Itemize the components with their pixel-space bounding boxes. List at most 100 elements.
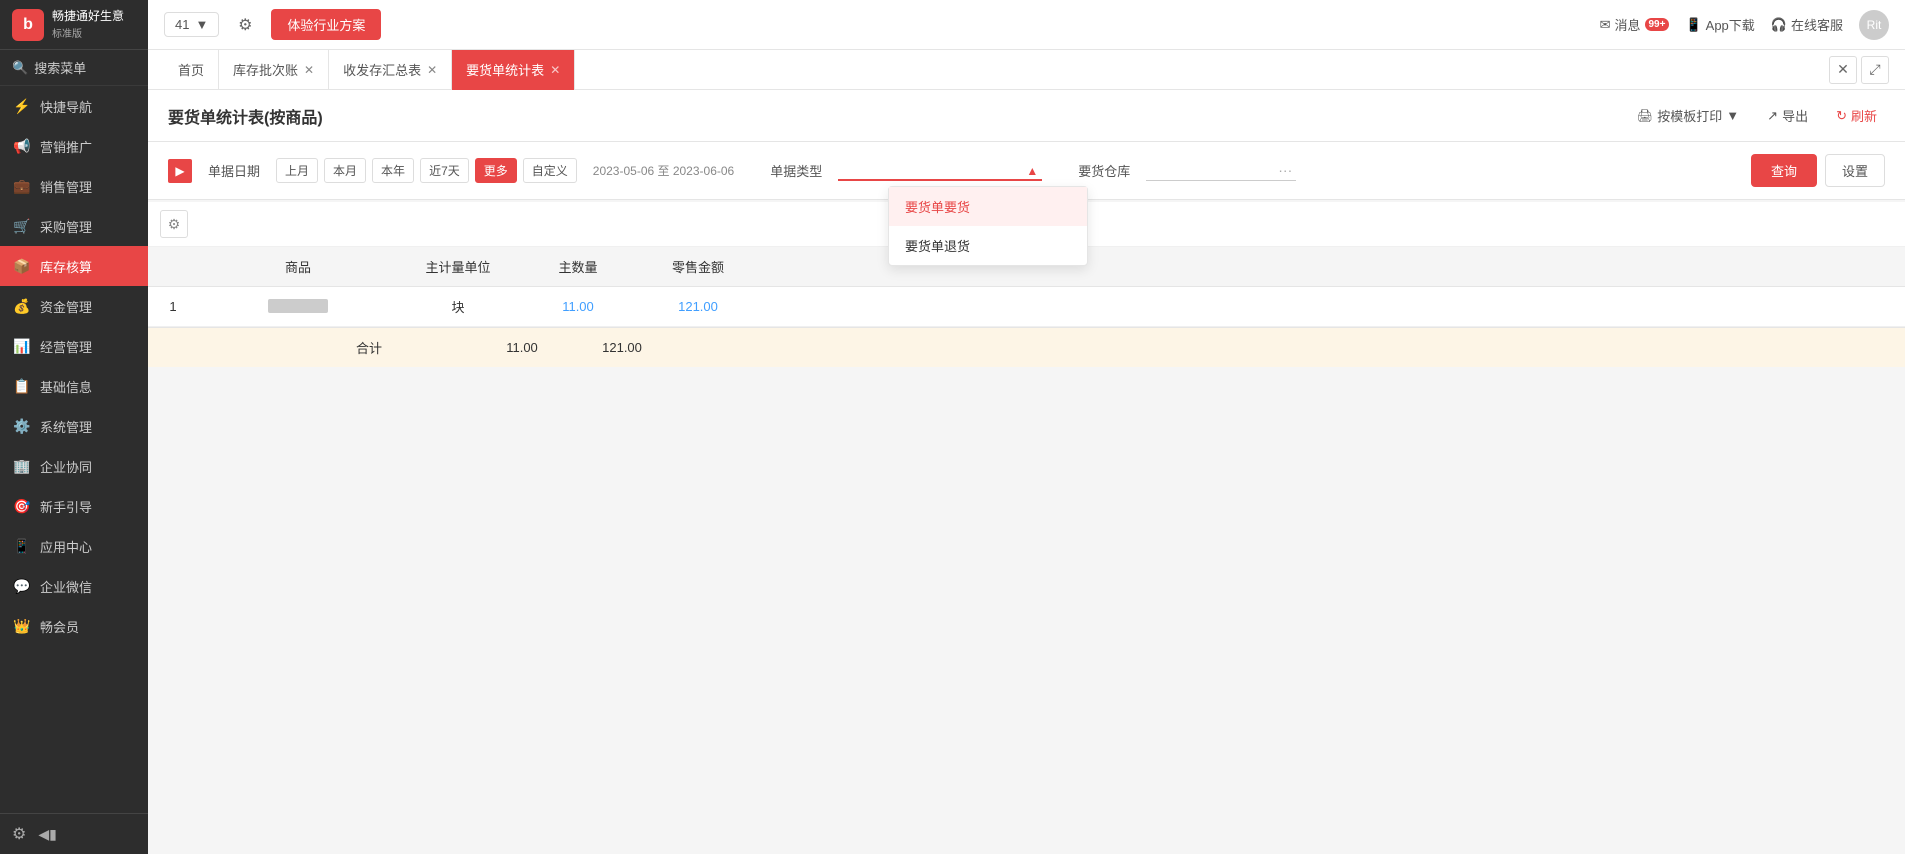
- sidebar-item-marketing[interactable]: 📢 营销推广: [0, 126, 148, 166]
- filter-settings-button[interactable]: 设置: [1825, 154, 1885, 187]
- footer-quantity: 11.00: [482, 340, 562, 355]
- user-avatar[interactable]: Rit: [1859, 10, 1889, 40]
- sidebar-item-inventory[interactable]: 📦 库存核算: [0, 246, 148, 286]
- company-selector[interactable]: 41 ▼: [164, 12, 219, 37]
- sidebar-item-guide[interactable]: 🎯 新手引导: [0, 486, 148, 526]
- date-range-text: 2023-05-06 至 2023-06-06: [593, 162, 734, 179]
- app-download-icon: 📱: [1685, 17, 1701, 33]
- more-dates-button[interactable]: 更多: [475, 158, 517, 183]
- print-button[interactable]: 🖨 按模板打印 ▼: [1629, 102, 1747, 129]
- sales-icon: 💼: [12, 176, 32, 196]
- type-label: 单据类型: [770, 161, 822, 180]
- collapse-icon[interactable]: ◀▮: [38, 826, 56, 843]
- dropdown-item-order-goods[interactable]: 要货单要货: [889, 187, 1087, 226]
- sidebar-search[interactable]: 🔍 搜索菜单: [0, 50, 148, 86]
- finance-icon: 💰: [12, 296, 32, 316]
- sidebar-nav: ⚡ 快捷导航 📢 营销推广 💼 销售管理 🛒 采购管理 📦 库存核算 💰 资金管…: [0, 86, 148, 813]
- sidebar-item-finance[interactable]: 💰 资金管理: [0, 286, 148, 326]
- page-header: 要货单统计表(按商品) 🖨 按模板打印 ▼ ↗ 导出 ↻ 刷新: [148, 90, 1905, 142]
- last-month-button[interactable]: 上月: [276, 158, 318, 183]
- filter-actions: 查询 设置: [1751, 154, 1885, 187]
- quick-nav-icon: ⚡: [12, 96, 32, 116]
- export-label: 导出: [1782, 106, 1808, 125]
- sidebar-item-label: 企业协同: [40, 457, 92, 476]
- footer-amount: 121.00: [582, 340, 662, 355]
- product-blurred: [268, 299, 328, 313]
- tab-close-icon[interactable]: ✕: [304, 63, 314, 77]
- cell-amount[interactable]: 121.00: [638, 287, 758, 327]
- sidebar-item-enterprise[interactable]: 🏢 企业协同: [0, 446, 148, 486]
- tab-receipt-summary[interactable]: 收发存汇总表 ✕: [329, 50, 452, 90]
- tab-close-icon[interactable]: ✕: [550, 63, 560, 77]
- last-7-days-button[interactable]: 近7天: [420, 158, 469, 183]
- sidebar-item-label: 销售管理: [40, 177, 92, 196]
- sidebar-item-sales[interactable]: 💼 销售管理: [0, 166, 148, 206]
- filter-row: ▶ 单据日期 上月 本月 本年 近7天 更多 自定义 2023-05-06 至 …: [148, 142, 1905, 200]
- col-unit: 主计量单位: [398, 247, 518, 287]
- online-service-button[interactable]: 🎧 在线客服: [1771, 15, 1843, 34]
- topbar-gear-icon[interactable]: ⚙: [231, 11, 259, 39]
- this-month-button[interactable]: 本月: [324, 158, 366, 183]
- purchase-icon: 🛒: [12, 216, 32, 236]
- tab-home[interactable]: 首页: [164, 50, 219, 90]
- sidebar-item-label: 基础信息: [40, 377, 92, 396]
- cell-quantity[interactable]: 11.00: [518, 287, 638, 327]
- cell-unit: 块: [398, 287, 518, 327]
- sidebar-item-purchase[interactable]: 🛒 采购管理: [0, 206, 148, 246]
- dropdown-item-order-return[interactable]: 要货单退货: [889, 226, 1087, 265]
- app-logo: b 畅捷通好生意 标准版: [0, 0, 148, 50]
- chevron-down-icon: ▼: [1726, 108, 1739, 123]
- sidebar-item-label: 应用中心: [40, 537, 92, 556]
- logo-icon: b: [12, 9, 44, 41]
- sidebar-item-system[interactable]: ⚙️ 系统管理: [0, 406, 148, 446]
- col-amount: 零售金额: [638, 247, 758, 287]
- sidebar-bottom: ⚙ ◀▮: [0, 813, 148, 854]
- sidebar-item-label: 新手引导: [40, 497, 92, 516]
- table-row: 1 块 11.00 121.00: [148, 287, 1905, 327]
- sidebar-item-vip[interactable]: 👑 畅会员: [0, 606, 148, 646]
- sidebar-item-label: 营销推广: [40, 137, 92, 156]
- online-service-icon: 🎧: [1771, 17, 1787, 33]
- promo-button[interactable]: 体验行业方案: [271, 9, 381, 40]
- close-all-tabs-button[interactable]: ✕: [1829, 56, 1857, 84]
- sidebar-item-operations[interactable]: 📊 经营管理: [0, 326, 148, 366]
- warehouse-input-wrap: ···: [1146, 160, 1296, 181]
- cell-product: [198, 287, 398, 327]
- marketing-icon: 📢: [12, 136, 32, 156]
- sidebar-item-app-center[interactable]: 📱 应用中心: [0, 526, 148, 566]
- type-select[interactable]: [838, 160, 1042, 181]
- sidebar-item-label: 畅会员: [40, 617, 79, 636]
- app-download-button[interactable]: 📱 App下载: [1685, 15, 1754, 34]
- system-icon: ⚙️: [12, 416, 32, 436]
- export-button[interactable]: ↗ 导出: [1759, 102, 1816, 129]
- tab-controls: ✕ ⤢: [1829, 56, 1889, 84]
- export-icon: ↗: [1767, 108, 1778, 124]
- settings-icon[interactable]: ⚙: [12, 824, 26, 844]
- sidebar-item-basic-info[interactable]: 📋 基础信息: [0, 366, 148, 406]
- table-settings-icon[interactable]: ⚙: [160, 210, 188, 238]
- warehouse-more-icon[interactable]: ···: [1278, 162, 1292, 178]
- tab-label: 首页: [178, 60, 204, 79]
- messages-badge: 99+: [1645, 18, 1670, 31]
- expand-tabs-button[interactable]: ⤢: [1861, 56, 1889, 84]
- guide-icon: 🎯: [12, 496, 32, 516]
- messages-button[interactable]: ✉ 消息 99+: [1600, 15, 1670, 34]
- expand-filter-button[interactable]: ▶: [168, 159, 192, 183]
- custom-date-button[interactable]: 自定义: [523, 158, 577, 183]
- sidebar-item-label: 资金管理: [40, 297, 92, 316]
- user-name: Rit: [1867, 18, 1882, 32]
- tab-batch-account[interactable]: 库存批次账 ✕: [219, 50, 329, 90]
- type-dropdown: 要货单要货 要货单退货: [888, 186, 1088, 266]
- tab-order-stats[interactable]: 要货单统计表 ✕: [452, 50, 575, 90]
- refresh-button[interactable]: ↻ 刷新: [1828, 102, 1885, 129]
- sidebar-item-quick-nav[interactable]: ⚡ 快捷导航: [0, 86, 148, 126]
- sidebar-item-wechat[interactable]: 💬 企业微信: [0, 566, 148, 606]
- col-product: 商品: [198, 247, 398, 287]
- print-label: 按模板打印: [1657, 106, 1722, 125]
- wechat-icon: 💬: [12, 576, 32, 596]
- this-year-button[interactable]: 本年: [372, 158, 414, 183]
- tab-close-icon[interactable]: ✕: [427, 63, 437, 77]
- topbar-left: 41 ▼ ⚙ 体验行业方案: [164, 9, 381, 40]
- messages-label: 消息: [1614, 15, 1640, 34]
- query-button[interactable]: 查询: [1751, 154, 1817, 187]
